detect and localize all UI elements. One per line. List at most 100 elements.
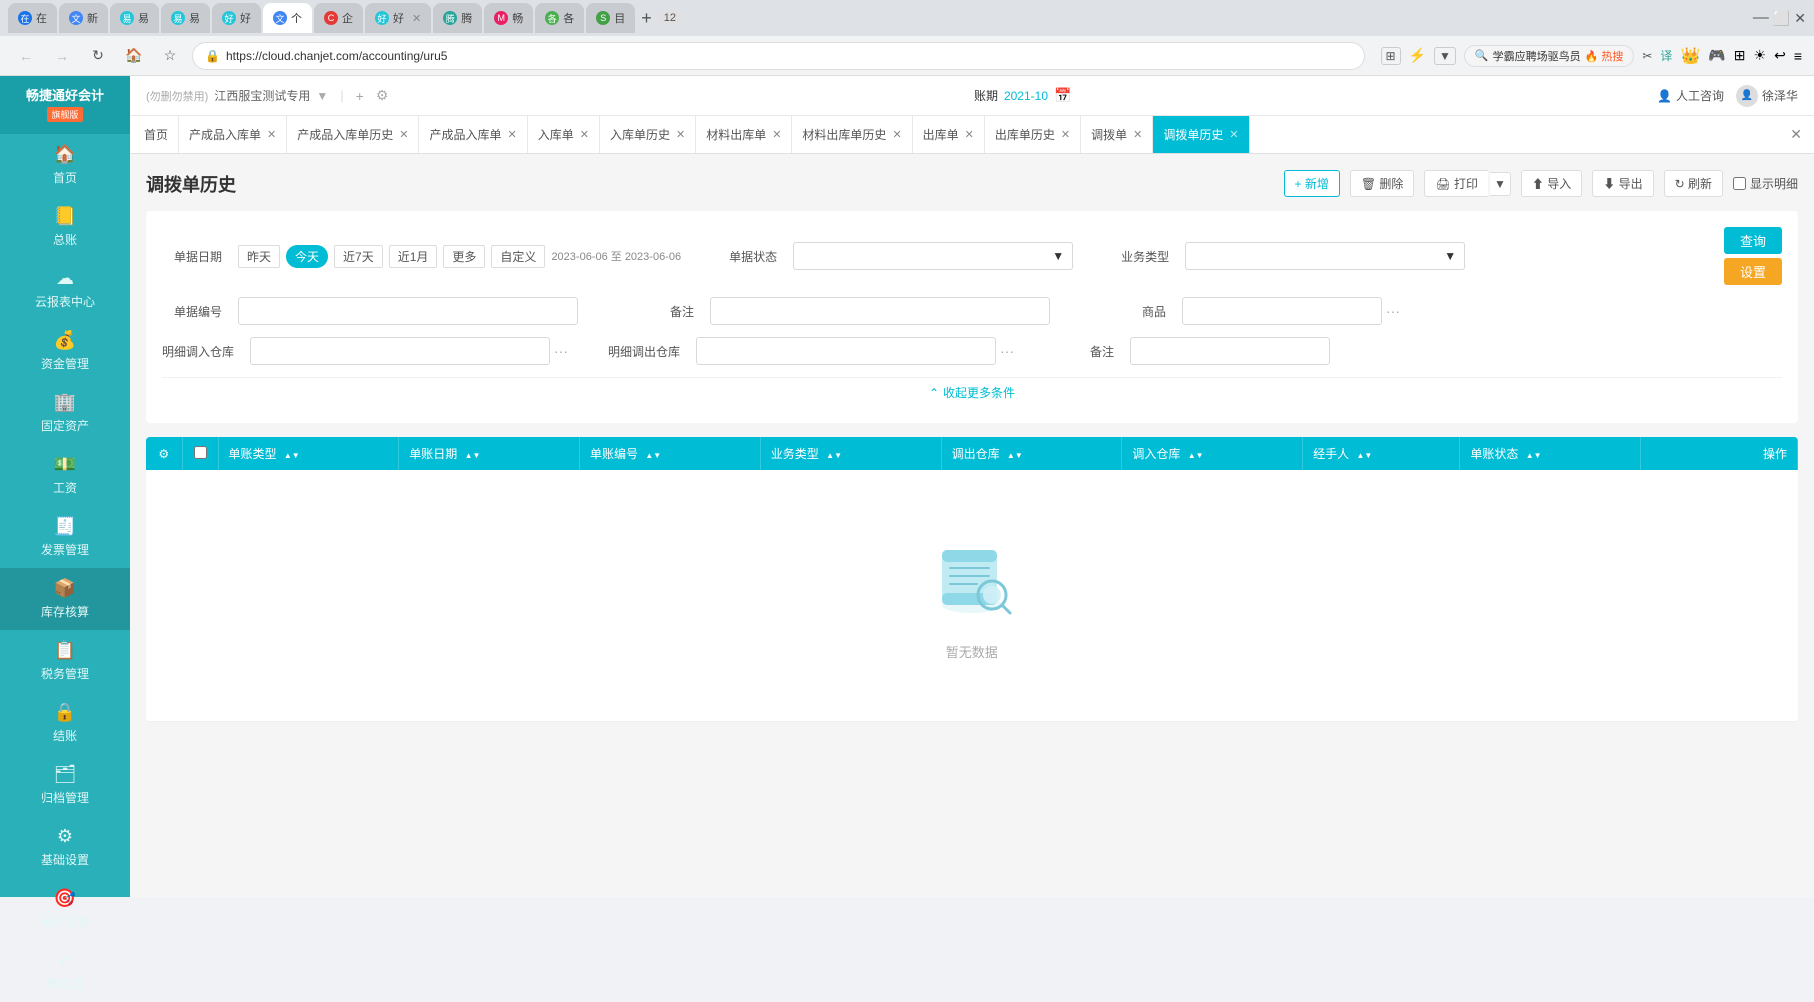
export-btn[interactable]: ⬇ 导出	[1592, 170, 1653, 197]
sidebar-item-close[interactable]: 🔒 结账	[0, 692, 130, 754]
page-tab-outbound-close[interactable]: ✕	[965, 128, 974, 141]
browser-tab-active[interactable]: 文 个	[263, 3, 312, 33]
tab-bar-close-all[interactable]: ✕	[1782, 126, 1810, 143]
setting-btn[interactable]: 设置	[1724, 258, 1782, 285]
preset-today[interactable]: 今天	[286, 245, 328, 268]
preset-1month[interactable]: 近1月	[389, 245, 438, 268]
print-btn[interactable]: 🖨 打印	[1424, 170, 1488, 197]
support-btn[interactable]: 👤 人工咨询	[1657, 87, 1724, 104]
sort-doc-type[interactable]: ▲▼	[284, 452, 300, 460]
delete-btn[interactable]: 🗑 删除	[1350, 170, 1415, 197]
sidebar-item-payroll[interactable]: 💵 工资	[0, 444, 130, 506]
detail-in-ellipsis-btn[interactable]: ···	[550, 343, 572, 359]
browser-tab-close-hao2[interactable]: ✕	[412, 12, 421, 25]
col-settings[interactable]: ⚙	[146, 437, 182, 470]
sort-transfer-in[interactable]: ▲▼	[1188, 452, 1204, 460]
page-tab-inbound-close[interactable]: ✕	[580, 128, 589, 141]
remark-input[interactable]	[710, 297, 1050, 325]
col-biz-type[interactable]: 业务类型 ▲▼	[760, 437, 941, 470]
sidebar-item-member[interactable]: ✓ 畅会员	[0, 940, 130, 1002]
page-tab-prod-inbound-hist[interactable]: 产成品入库单历史 ✕	[287, 116, 419, 154]
preset-custom[interactable]: 自定义	[491, 245, 545, 268]
display-checkbox[interactable]	[1733, 177, 1746, 190]
col-checkbox[interactable]	[182, 437, 218, 470]
page-tab-inbound-hist[interactable]: 入库单历史 ✕	[600, 116, 696, 154]
browser-tab-qi[interactable]: C 企	[314, 3, 363, 33]
preset-7days[interactable]: 近7天	[334, 245, 383, 268]
sidebar-item-home[interactable]: 🏠 首页	[0, 134, 130, 196]
doc-no-input[interactable]	[238, 297, 578, 325]
sidebar-item-invoice[interactable]: 🧾 发票管理	[0, 506, 130, 568]
sun-btn[interactable]: ☀	[1754, 47, 1767, 64]
browser-tab-hao2[interactable]: 好 好 ✕	[365, 3, 431, 33]
undo-btn[interactable]: ↩	[1774, 47, 1786, 64]
page-tab-prod-inbound2-close[interactable]: ✕	[508, 128, 517, 141]
lightning-btn[interactable]: ⚡	[1409, 47, 1426, 64]
back-btn[interactable]: ←	[12, 42, 40, 70]
page-tab-prod-inbound2[interactable]: 产成品入库单 ✕	[419, 116, 527, 154]
sidebar-item-archive[interactable]: 🗂 归档管理	[0, 754, 130, 816]
sort-handler[interactable]: ▲▼	[1356, 452, 1372, 460]
page-tab-material-out-hist[interactable]: 材料出库单历史 ✕	[792, 116, 912, 154]
page-tab-home[interactable]: 首页	[134, 116, 179, 154]
detail-in-input[interactable]	[250, 337, 550, 365]
page-tab-prod-inbound-close[interactable]: ✕	[267, 128, 276, 141]
scissors-btn[interactable]: ✂	[1642, 49, 1652, 63]
page-tab-prod-inbound[interactable]: 产成品入库单 ✕	[179, 116, 287, 154]
detail-out-input[interactable]	[696, 337, 996, 365]
page-tab-outbound-hist[interactable]: 出库单历史 ✕	[985, 116, 1081, 154]
home-browser-btn[interactable]: 🏠	[120, 42, 148, 70]
sidebar-item-guide[interactable]: 🎯 新手引导	[0, 878, 130, 940]
game-btn[interactable]: 🎮	[1708, 47, 1725, 64]
sidebar-item-settings[interactable]: ⚙ 基础设置	[0, 816, 130, 878]
note-input[interactable]	[1130, 337, 1330, 365]
col-doc-no[interactable]: 单账编号 ▲▼	[580, 437, 761, 470]
url-bar[interactable]: 🔒 https://cloud.chanjet.com/accounting/u…	[192, 42, 1365, 70]
sort-doc-no[interactable]: ▲▼	[645, 452, 661, 460]
crown-btn[interactable]: 👑	[1680, 46, 1700, 66]
page-tab-transfer-hist[interactable]: 调拨单历史 ✕	[1153, 116, 1249, 154]
browser-tab-ge[interactable]: 各 各	[535, 3, 584, 33]
browser-tab-yi2[interactable]: 易 易	[161, 3, 210, 33]
refresh-btn[interactable]: ↻ 刷新	[1664, 170, 1723, 197]
sort-biz-type[interactable]: ▲▼	[826, 452, 842, 460]
company-selector[interactable]: (勿删勿禁用) 江西服宝测试专用 ▼	[146, 87, 328, 104]
browser-tab-mu[interactable]: S 目	[586, 3, 635, 33]
detail-out-ellipsis-btn[interactable]: ···	[996, 343, 1018, 359]
refresh-browser-btn[interactable]: ↻	[84, 42, 112, 70]
page-tab-transfer-close[interactable]: ✕	[1133, 128, 1142, 141]
goods-ellipsis-btn[interactable]: ···	[1382, 303, 1404, 319]
maximize-btn[interactable]: ⬜	[1773, 10, 1790, 27]
browser-tab-yi1[interactable]: 易 易	[110, 3, 159, 33]
col-doc-status[interactable]: 单账状态 ▲▼	[1460, 437, 1641, 470]
col-doc-date[interactable]: 单账日期 ▲▼	[399, 437, 580, 470]
search-bar[interactable]: 🔍 学霸应聘场驱鸟员 🔥 热搜	[1464, 45, 1634, 67]
preset-more[interactable]: 更多	[443, 245, 485, 268]
add-company-btn[interactable]: +	[356, 88, 364, 104]
col-transfer-out[interactable]: 调出仓库 ▲▼	[941, 437, 1122, 470]
page-tab-inbound[interactable]: 入库单 ✕	[528, 116, 600, 154]
translate-btn[interactable]: 译	[1660, 47, 1672, 64]
sort-doc-date[interactable]: ▲▼	[465, 452, 481, 460]
col-doc-type[interactable]: 单账类型 ▲▼	[218, 437, 399, 470]
menu-btn[interactable]: ≡	[1794, 48, 1802, 64]
grid-btn[interactable]: ⊞	[1381, 47, 1401, 65]
collapse-more-btn[interactable]: ⌃ 收起更多条件	[929, 378, 1015, 407]
select-all-checkbox[interactable]	[194, 446, 207, 459]
print-dropdown-btn[interactable]: ▼	[1490, 172, 1511, 196]
grid2-btn[interactable]: ⊞	[1734, 47, 1746, 64]
sidebar-item-inventory[interactable]: 📦 库存核算	[0, 568, 130, 630]
preset-yesterday[interactable]: 昨天	[238, 245, 280, 268]
sidebar-item-assets[interactable]: 🏢 固定资产	[0, 382, 130, 444]
user-menu[interactable]: 👤 徐泽华	[1736, 85, 1798, 107]
sidebar-item-tax[interactable]: 📋 税务管理	[0, 630, 130, 692]
sort-transfer-out[interactable]: ▲▼	[1007, 452, 1023, 460]
biz-type-select[interactable]: ▼	[1185, 242, 1465, 270]
sidebar-item-funds[interactable]: 💰 资金管理	[0, 320, 130, 382]
col-handler[interactable]: 经手人 ▲▼	[1303, 437, 1460, 470]
col-transfer-in[interactable]: 调入仓库 ▲▼	[1122, 437, 1303, 470]
period-selector[interactable]: 账期 2021-10 📅	[974, 87, 1072, 104]
sort-doc-status[interactable]: ▲▼	[1526, 452, 1542, 460]
sidebar-item-reports[interactable]: ☁ 云报表中心	[0, 258, 130, 320]
new-tab-btn[interactable]: +	[641, 8, 652, 29]
